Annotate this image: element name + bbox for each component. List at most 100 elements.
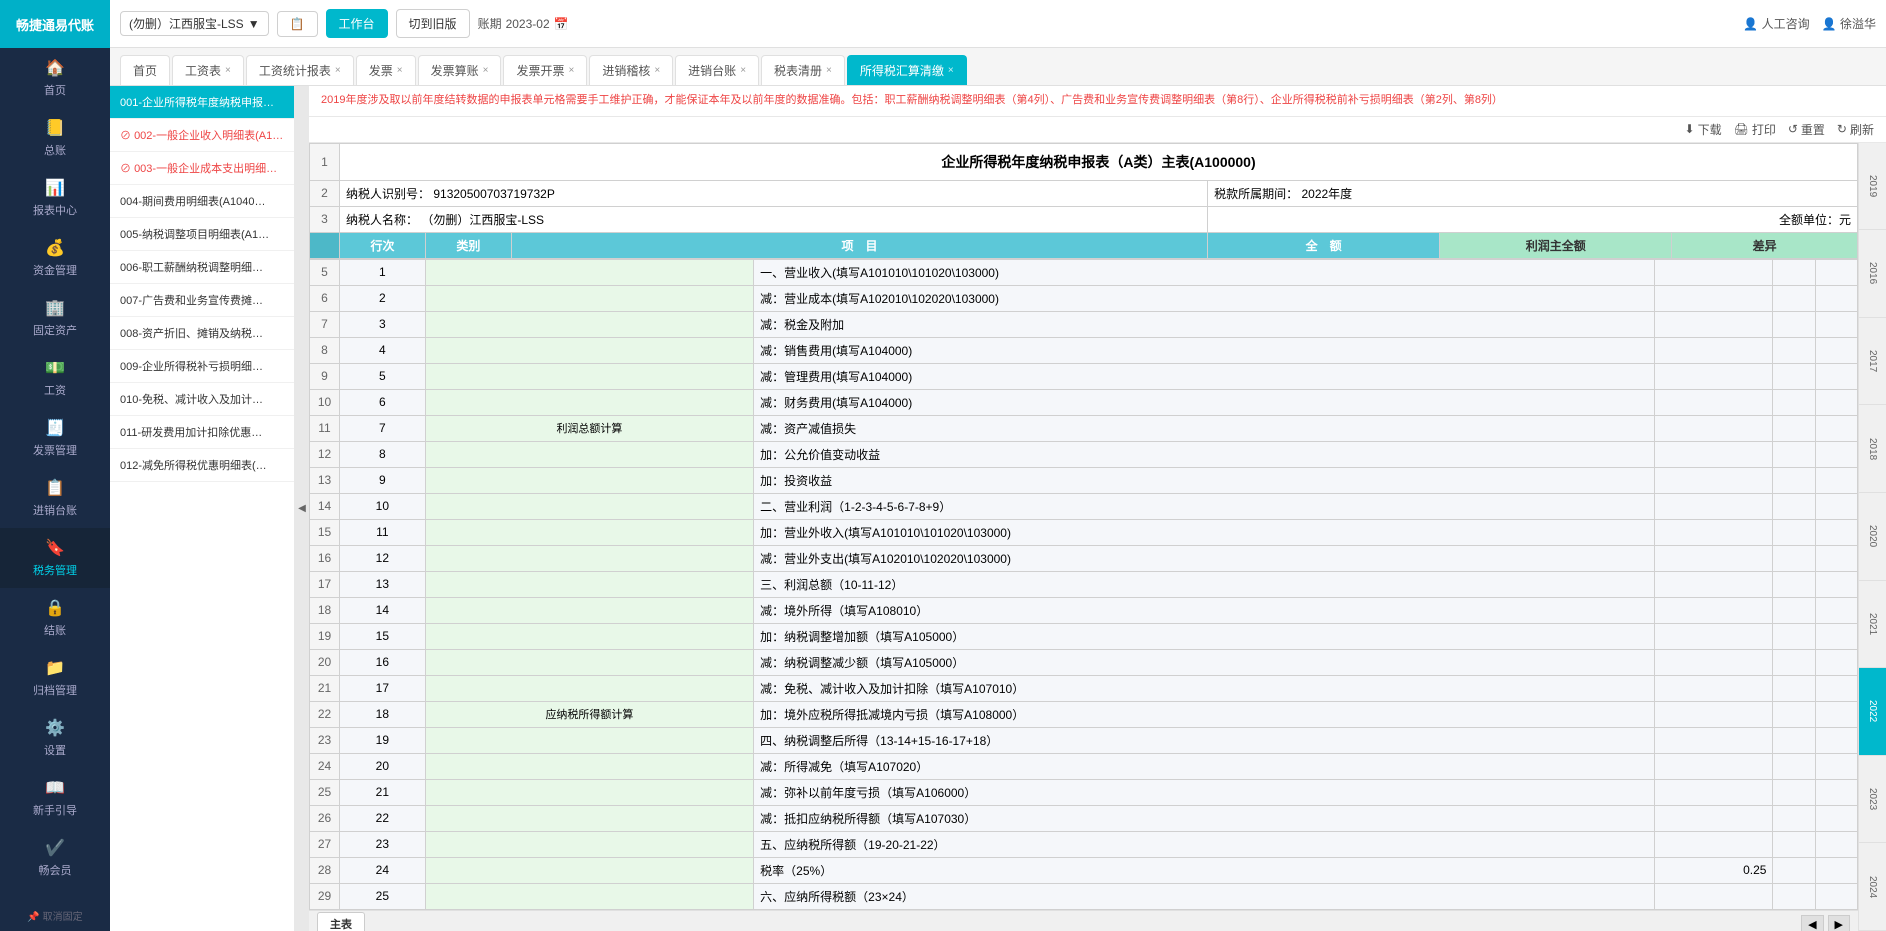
tab-tax-summary[interactable]: 税表清册 × <box>761 55 845 85</box>
tab-tax-summary-close[interactable]: × <box>826 65 832 76</box>
profit-cell[interactable] <box>1773 363 1815 389</box>
amount-cell[interactable] <box>1655 701 1773 727</box>
tab-payroll[interactable]: 工资表 × <box>172 55 244 85</box>
profit-cell[interactable] <box>1773 753 1815 779</box>
profit-cell[interactable] <box>1773 597 1815 623</box>
switch-btn[interactable]: 切到旧版 <box>396 9 470 38</box>
amount-cell[interactable] <box>1655 883 1773 909</box>
sidebar-item-home[interactable]: 🏠 首页 <box>0 48 110 108</box>
diff-cell[interactable] <box>1815 883 1857 909</box>
tab-payroll-close[interactable]: × <box>225 65 231 76</box>
calendar-icon[interactable]: 📅 <box>554 17 569 31</box>
tab-invoice-calc[interactable]: 发票算账 × <box>418 55 502 85</box>
left-panel-item-012[interactable]: 012-减免所得税优惠明细表(… <box>110 449 294 482</box>
sidebar-item-closing[interactable]: 🔒 结账 <box>0 588 110 648</box>
print-btn[interactable]: 🖨 打印 <box>1734 121 1776 138</box>
left-panel-item-011[interactable]: 011-研发费用加计扣除优惠… <box>110 416 294 449</box>
tab-invoice-close[interactable]: × <box>397 65 403 76</box>
amount-cell[interactable] <box>1655 389 1773 415</box>
profit-cell[interactable] <box>1773 857 1815 883</box>
bottom-tab-main[interactable]: 主表 <box>317 912 365 931</box>
profit-cell[interactable] <box>1773 831 1815 857</box>
diff-cell[interactable] <box>1815 753 1857 779</box>
tab-income-tax[interactable]: 所得税汇算清缴 × <box>847 55 967 85</box>
diff-cell[interactable] <box>1815 571 1857 597</box>
diff-cell[interactable] <box>1815 857 1857 883</box>
user-service[interactable]: 👤 人工咨询 <box>1743 15 1809 32</box>
profit-cell[interactable] <box>1773 337 1815 363</box>
amount-cell[interactable] <box>1655 805 1773 831</box>
sidebar-item-invoices[interactable]: 🧾 发票管理 <box>0 408 110 468</box>
diff-cell[interactable] <box>1815 441 1857 467</box>
sidebar-item-guide[interactable]: 📖 新手引导 <box>0 768 110 828</box>
left-panel-item-007[interactable]: 007-广告费和业务宣传费摊… <box>110 284 294 317</box>
year-2017[interactable]: 2017 <box>1859 318 1886 406</box>
profit-cell[interactable] <box>1773 285 1815 311</box>
tab-invoice-open[interactable]: 发票开票 × <box>503 55 587 85</box>
year-2019[interactable]: 2019 <box>1859 143 1886 231</box>
diff-cell[interactable] <box>1815 363 1857 389</box>
amount-cell[interactable] <box>1655 467 1773 493</box>
tab-purchase-ledger-close[interactable]: × <box>740 65 746 76</box>
amount-cell[interactable] <box>1655 545 1773 571</box>
profit-cell[interactable] <box>1773 311 1815 337</box>
amount-cell[interactable]: 0.25 <box>1655 857 1773 883</box>
collapse-panel-btn[interactable]: ◀ <box>295 86 309 931</box>
amount-cell[interactable] <box>1655 753 1773 779</box>
diff-cell[interactable] <box>1815 285 1857 311</box>
diff-cell[interactable] <box>1815 467 1857 493</box>
left-panel-item-005[interactable]: 005-纳税调整项目明细表(A1… <box>110 218 294 251</box>
diff-cell[interactable] <box>1815 727 1857 753</box>
profit-cell[interactable] <box>1773 727 1815 753</box>
sidebar-item-settings[interactable]: ⚙️ 设置 <box>0 708 110 768</box>
sidebar-item-payroll[interactable]: 💵 工资 <box>0 348 110 408</box>
sidebar-item-purchases[interactable]: 📋 进销台账 <box>0 468 110 528</box>
sidebar-item-funds[interactable]: 💰 资金管理 <box>0 228 110 288</box>
sidebar-item-tax[interactable]: 🔖 税务管理 <box>0 528 110 588</box>
tab-invoice[interactable]: 发票 × <box>356 55 416 85</box>
profit-cell[interactable] <box>1773 701 1815 727</box>
nav-next-btn[interactable]: ▶ <box>1828 915 1850 931</box>
profit-cell[interactable] <box>1773 493 1815 519</box>
year-2020[interactable]: 2020 <box>1859 493 1886 581</box>
sidebar-item-member[interactable]: ✔️ 畅会员 <box>0 828 110 888</box>
left-panel-item-002[interactable]: ⊘ 002-一般企业收入明细表(A1… <box>110 119 294 152</box>
profit-cell[interactable] <box>1773 675 1815 701</box>
company-selector[interactable]: (勿删）江西服宝-LSS ▼ <box>120 11 269 36</box>
diff-cell[interactable] <box>1815 649 1857 675</box>
profit-cell[interactable] <box>1773 441 1815 467</box>
amount-cell[interactable] <box>1655 337 1773 363</box>
profit-cell[interactable] <box>1773 519 1815 545</box>
amount-cell[interactable] <box>1655 675 1773 701</box>
diff-cell[interactable] <box>1815 779 1857 805</box>
profit-cell[interactable] <box>1773 779 1815 805</box>
amount-cell[interactable] <box>1655 259 1773 285</box>
tab-payroll-stats-close[interactable]: × <box>335 65 341 76</box>
year-2024[interactable]: 2024 <box>1859 843 1886 931</box>
left-panel-item-009[interactable]: 009-企业所得税补亏损明细… <box>110 350 294 383</box>
diff-cell[interactable] <box>1815 389 1857 415</box>
tab-invoice-calc-close[interactable]: × <box>483 65 489 76</box>
profit-cell[interactable] <box>1773 571 1815 597</box>
left-panel-item-010[interactable]: 010-免税、减计收入及加计… <box>110 383 294 416</box>
amount-cell[interactable] <box>1655 831 1773 857</box>
tab-home[interactable]: 首页 <box>120 55 170 85</box>
amount-cell[interactable] <box>1655 571 1773 597</box>
profit-cell[interactable] <box>1773 259 1815 285</box>
tab-income-tax-close[interactable]: × <box>948 65 954 76</box>
refresh-btn[interactable]: ↻ 刷新 <box>1837 121 1874 138</box>
diff-cell[interactable] <box>1815 805 1857 831</box>
left-panel-item-004[interactable]: 004-期间费用明细表(A1040… <box>110 185 294 218</box>
diff-cell[interactable] <box>1815 545 1857 571</box>
tab-payroll-stats[interactable]: 工资统计报表 × <box>246 55 354 85</box>
diff-cell[interactable] <box>1815 701 1857 727</box>
table-wrapper[interactable]: 1 企业所得税年度纳税申报表（A类）主表(A100000) 2 纳税人识别号： … <box>309 143 1858 931</box>
amount-cell[interactable] <box>1655 649 1773 675</box>
diff-cell[interactable] <box>1815 519 1857 545</box>
workbench-btn[interactable]: 工作台 <box>326 9 388 38</box>
profit-cell[interactable] <box>1773 649 1815 675</box>
profit-cell[interactable] <box>1773 545 1815 571</box>
profit-cell[interactable] <box>1773 389 1815 415</box>
profit-cell[interactable] <box>1773 805 1815 831</box>
year-2021[interactable]: 2021 <box>1859 581 1886 669</box>
